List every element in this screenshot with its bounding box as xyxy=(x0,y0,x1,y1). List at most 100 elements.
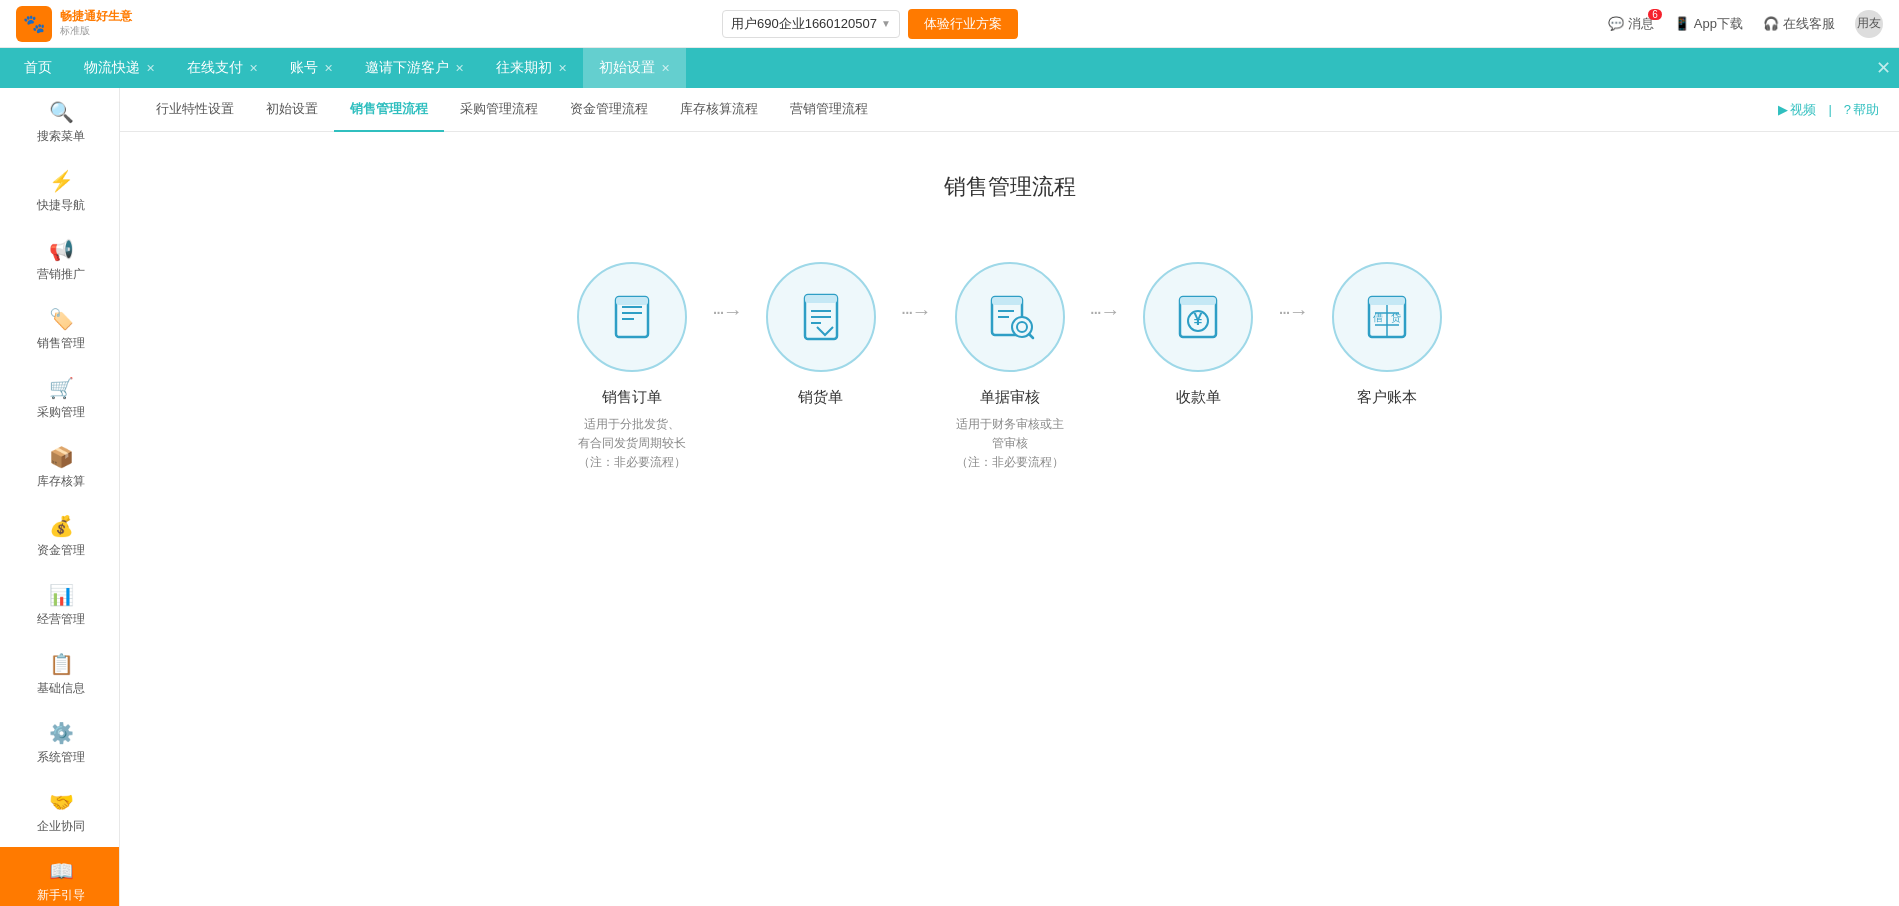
close-account-icon[interactable]: ✕ xyxy=(324,62,333,75)
app-icon: 📱 xyxy=(1674,16,1690,31)
sidebar-label-guide: 新手引导 xyxy=(37,887,85,904)
sidebar-item-search[interactable]: 🔍 搜索菜单 xyxy=(0,88,119,157)
online-service-button[interactable]: 🎧 在线客服 xyxy=(1763,15,1835,33)
sub-tab-finance-flow-label: 资金管理流程 xyxy=(570,100,648,118)
svg-rect-18 xyxy=(1180,297,1216,305)
sidebar-item-basic[interactable]: 📋 基础信息 xyxy=(0,640,119,709)
main-layout: 🔍 搜索菜单 ⚡ 快捷导航 📢 营销推广 🏷️ 销售管理 🛒 采购管理 📦 库存… xyxy=(0,88,1899,906)
ledger-circle: 借 贷 xyxy=(1332,262,1442,372)
operation-icon: 📊 xyxy=(49,583,74,607)
sub-tab-industry-label: 行业特性设置 xyxy=(156,100,234,118)
sub-tab-initial[interactable]: 初始设置 xyxy=(250,88,334,132)
message-button[interactable]: 💬 消息 6 xyxy=(1608,15,1654,33)
flow-title: 销售管理流程 xyxy=(180,172,1839,202)
logo-badge: 标准版 xyxy=(60,24,132,38)
receipt-label: 收款单 xyxy=(1176,388,1221,407)
sidebar-item-inventory[interactable]: 📦 库存核算 xyxy=(0,433,119,502)
content-area: 行业特性设置 初始设置 销售管理流程 采购管理流程 资金管理流程 库存核算流程 … xyxy=(120,88,1899,906)
divider: | xyxy=(1828,102,1831,117)
tab-period[interactable]: 往来期初 ✕ xyxy=(480,48,583,88)
help-button[interactable]: ? 帮助 xyxy=(1844,101,1879,119)
message-icon: 💬 xyxy=(1608,16,1624,31)
sales-order-label: 销售订单 xyxy=(602,388,662,407)
svg-text:¥: ¥ xyxy=(1194,311,1203,328)
sub-tab-finance-flow[interactable]: 资金管理流程 xyxy=(554,88,664,132)
sidebar-item-sales[interactable]: 🏷️ 销售管理 xyxy=(0,295,119,364)
flow-node-ledger[interactable]: 借 贷 客户账本 xyxy=(1307,262,1467,415)
dropdown-arrow-icon: ▼ xyxy=(881,18,891,29)
sub-tab-inventory-flow[interactable]: 库存核算流程 xyxy=(664,88,774,132)
sidebar: 🔍 搜索菜单 ⚡ 快捷导航 📢 营销推广 🏷️ 销售管理 🛒 采购管理 📦 库存… xyxy=(0,88,120,906)
user-selector[interactable]: 用户690企业1660120507 ▼ xyxy=(722,10,900,38)
flow-node-invoice[interactable]: 销货单 xyxy=(741,262,901,415)
video-icon: ▶ xyxy=(1778,102,1788,117)
tab-invite[interactable]: 邀请下游客户 ✕ xyxy=(349,48,480,88)
sub-tab-purchase-flow[interactable]: 采购管理流程 xyxy=(444,88,554,132)
nav-tabs: 首页 物流快递 ✕ 在线支付 ✕ 账号 ✕ 邀请下游客户 ✕ 往来期初 ✕ 初始… xyxy=(0,48,1899,88)
close-invite-icon[interactable]: ✕ xyxy=(455,62,464,75)
sidebar-item-finance[interactable]: 💰 资金管理 xyxy=(0,502,119,571)
arrow-2: ···→ xyxy=(901,262,930,323)
tab-initial-setup[interactable]: 初始设置 ✕ xyxy=(583,48,686,88)
close-all-tabs-button[interactable]: ✕ xyxy=(1876,57,1891,79)
avatar: 用友 xyxy=(1855,10,1883,38)
tab-home[interactable]: 首页 xyxy=(8,48,68,88)
app-download-button[interactable]: 📱 App下载 xyxy=(1674,15,1743,33)
sub-tab-right-actions: ▶ 视频 | ? 帮助 xyxy=(1778,101,1879,119)
close-payment-icon[interactable]: ✕ xyxy=(249,62,258,75)
try-industry-button[interactable]: 体验行业方案 xyxy=(908,9,1018,39)
sales-order-icon xyxy=(606,291,658,343)
tab-home-label: 首页 xyxy=(24,59,52,77)
sub-tab-marketing-flow-label: 营销管理流程 xyxy=(790,100,868,118)
svg-line-14 xyxy=(1029,334,1033,338)
system-icon: ⚙️ xyxy=(49,721,74,745)
ledger-label: 客户账本 xyxy=(1357,388,1417,407)
close-period-icon[interactable]: ✕ xyxy=(558,62,567,75)
sidebar-item-guide[interactable]: 📖 新手引导 xyxy=(0,847,119,906)
tab-initial-setup-label: 初始设置 xyxy=(599,59,655,77)
sales-icon: 🏷️ xyxy=(49,307,74,331)
sidebar-label-search: 搜索菜单 xyxy=(37,128,85,145)
tab-payment-label: 在线支付 xyxy=(187,59,243,77)
sidebar-label-purchase: 采购管理 xyxy=(37,404,85,421)
sub-tab-industry[interactable]: 行业特性设置 xyxy=(140,88,250,132)
audit-circle xyxy=(955,262,1065,372)
tab-logistics[interactable]: 物流快递 ✕ xyxy=(68,48,171,88)
audit-icon xyxy=(984,291,1036,343)
sub-tab-sales-flow[interactable]: 销售管理流程 xyxy=(334,88,444,132)
arrow-3: ···→ xyxy=(1090,262,1119,323)
sidebar-item-purchase[interactable]: 🛒 采购管理 xyxy=(0,364,119,433)
flow-node-audit[interactable]: 单据审核 适用于财务审核或主管审核（注：非必要流程） xyxy=(930,262,1090,473)
sidebar-item-system[interactable]: ⚙️ 系统管理 xyxy=(0,709,119,778)
sidebar-item-quick[interactable]: ⚡ 快捷导航 xyxy=(0,157,119,226)
user-avatar-button[interactable]: 用友 xyxy=(1855,10,1883,38)
guide-icon: 📖 xyxy=(49,859,74,883)
sidebar-label-finance: 资金管理 xyxy=(37,542,85,559)
flow-content: 销售管理流程 销售订单 适用于分批发货、有合同发货周期较长（ xyxy=(120,132,1899,513)
sidebar-label-marketing: 营销推广 xyxy=(37,266,85,283)
flow-node-sales-order[interactable]: 销售订单 适用于分批发货、有合同发货周期较长（注：非必要流程） xyxy=(552,262,712,473)
receipt-icon: ¥ xyxy=(1172,291,1224,343)
sub-tab-marketing-flow[interactable]: 营销管理流程 xyxy=(774,88,884,132)
close-initial-setup-icon[interactable]: ✕ xyxy=(661,62,670,75)
sub-tab-initial-label: 初始设置 xyxy=(266,100,318,118)
sidebar-item-operation[interactable]: 📊 经营管理 xyxy=(0,571,119,640)
svg-rect-11 xyxy=(992,297,1022,305)
sidebar-item-marketing[interactable]: 📢 营销推广 xyxy=(0,226,119,295)
ledger-icon: 借 贷 xyxy=(1361,291,1413,343)
tab-payment[interactable]: 在线支付 ✕ xyxy=(171,48,274,88)
video-help-button[interactable]: ▶ 视频 xyxy=(1778,101,1816,119)
tab-account[interactable]: 账号 ✕ xyxy=(274,48,349,88)
sub-tab-sales-flow-label: 销售管理流程 xyxy=(350,100,428,118)
flow-node-receipt[interactable]: ¥ 收款单 xyxy=(1118,262,1278,415)
avatar-label: 用友 xyxy=(1857,15,1881,32)
logo-icon: 🐾 xyxy=(16,6,52,42)
inventory-icon: 📦 xyxy=(49,445,74,469)
sidebar-item-collab[interactable]: 🤝 企业协同 xyxy=(0,778,119,847)
invoice-label: 销货单 xyxy=(798,388,843,407)
service-label: 在线客服 xyxy=(1783,15,1835,33)
tab-period-label: 往来期初 xyxy=(496,59,552,77)
logo-text: 畅捷通好生意 xyxy=(60,9,132,25)
close-logistics-icon[interactable]: ✕ xyxy=(146,62,155,75)
top-header: 🐾 畅捷通好生意 标准版 用户690企业1660120507 ▼ 体验行业方案 … xyxy=(0,0,1899,48)
